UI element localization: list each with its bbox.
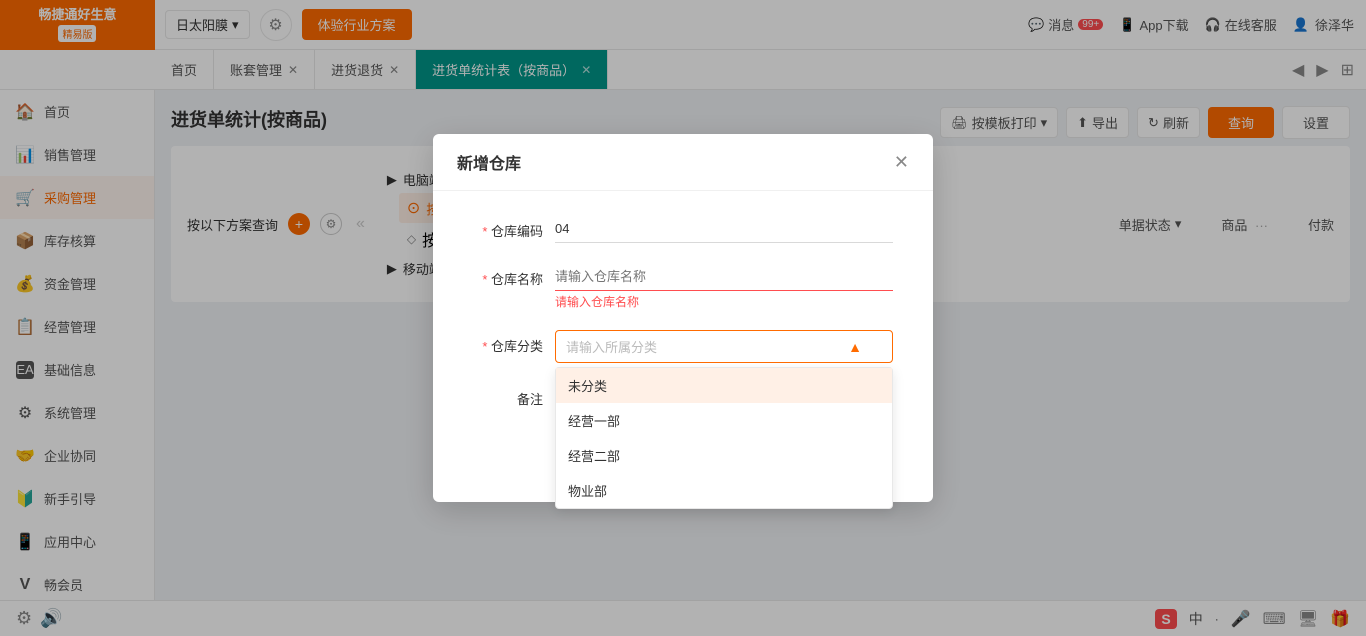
code-label: 仓库编码 xyxy=(473,215,543,240)
category-select[interactable]: 请输入所属分类 ▲ xyxy=(555,330,893,363)
name-error-text: 请输入仓库名称 xyxy=(555,293,893,310)
category-select-wrap: 请输入所属分类 ▲ 未分类 经营一部 经营二部 物业部 xyxy=(555,330,893,363)
dropdown-item-1[interactable]: 经营一部 xyxy=(556,403,892,438)
dialog-header: 新增仓库 ✕ xyxy=(433,134,933,191)
add-warehouse-dialog: 新增仓库 ✕ 仓库编码 仓库名称 请输入仓库名称 仓库分类 xyxy=(433,134,933,502)
name-input[interactable] xyxy=(555,263,893,291)
name-input-wrap: 请输入仓库名称 xyxy=(555,263,893,310)
category-dropdown: 未分类 经营一部 经营二部 物业部 xyxy=(555,367,893,509)
form-row-code: 仓库编码 xyxy=(473,215,893,243)
dialog-title: 新增仓库 xyxy=(457,150,521,174)
form-row-category: 仓库分类 请输入所属分类 ▲ 未分类 经营一部 经营二部 物业部 xyxy=(473,330,893,363)
notes-label: 备注 xyxy=(473,383,543,408)
category-placeholder: 请输入所属分类 xyxy=(566,337,657,356)
category-chevron-icon: ▲ xyxy=(848,339,862,355)
category-label: 仓库分类 xyxy=(473,330,543,355)
dropdown-item-3[interactable]: 物业部 xyxy=(556,473,892,508)
code-input[interactable] xyxy=(555,215,893,243)
form-row-name: 仓库名称 请输入仓库名称 xyxy=(473,263,893,310)
modal-overlay: 新增仓库 ✕ 仓库编码 仓库名称 请输入仓库名称 仓库分类 xyxy=(0,0,1366,636)
dialog-close-button[interactable]: ✕ xyxy=(894,152,909,173)
code-input-wrap xyxy=(555,215,893,243)
dialog-body: 仓库编码 仓库名称 请输入仓库名称 仓库分类 请输入所属分类 xyxy=(433,191,933,411)
dropdown-item-0[interactable]: 未分类 xyxy=(556,368,892,403)
name-label: 仓库名称 xyxy=(473,263,543,288)
dropdown-item-2[interactable]: 经营二部 xyxy=(556,438,892,473)
